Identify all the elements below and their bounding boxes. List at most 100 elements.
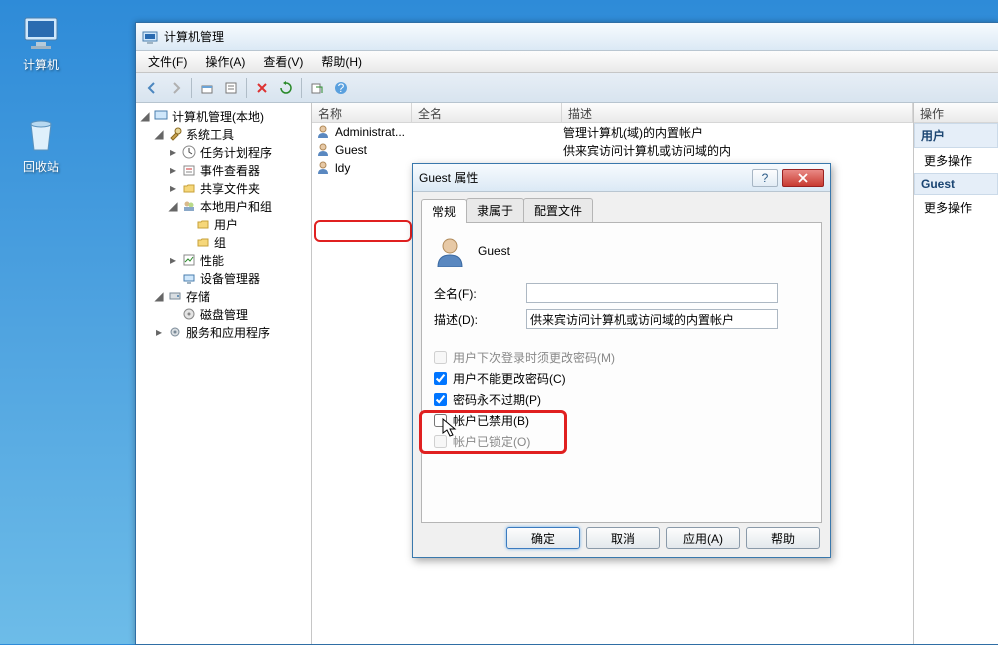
tree-users[interactable]: 用户 xyxy=(136,215,311,233)
cell-name: Administrat... xyxy=(335,125,413,139)
actions-section-guest: Guest xyxy=(914,173,998,195)
disk-icon xyxy=(181,306,197,322)
chk-cant-change[interactable]: 用户不能更改密码(C) xyxy=(434,370,809,387)
titlebar[interactable]: 计算机管理 xyxy=(136,23,998,51)
tree-systools[interactable]: ◢系统工具 xyxy=(136,125,311,143)
chk-account-disabled[interactable]: 帐户已禁用(B) xyxy=(434,412,809,429)
recycle-bin-icon xyxy=(21,114,61,154)
dialog-close-button[interactable] xyxy=(782,169,824,187)
chk-must-change: 用户下次登录时须更改密码(M) xyxy=(434,349,809,366)
tree-tasksch[interactable]: ▸任务计划程序 xyxy=(136,143,311,161)
actions-more-1[interactable]: 更多操作 xyxy=(914,148,998,173)
folder-icon xyxy=(195,216,211,232)
actions-header: 操作 xyxy=(914,103,998,123)
user-icon xyxy=(316,142,332,158)
user-icon xyxy=(316,160,332,176)
actions-section-users: 用户 xyxy=(914,123,998,148)
cell-desc: 管理计算机(域)的内置帐户 xyxy=(563,124,913,141)
guest-properties-dialog: Guest 属性 ? 常规 隶属于 配置文件 Guest 全名(F) xyxy=(412,163,831,558)
help-button[interactable]: ? xyxy=(330,77,352,99)
storage-icon xyxy=(167,288,183,304)
apply-button[interactable]: 应用(A) xyxy=(666,527,740,549)
menubar: 文件(F) 操作(A) 查看(V) 帮助(H) xyxy=(136,51,998,73)
tree-eventvwr[interactable]: ▸事件查看器 xyxy=(136,161,311,179)
dialog-tabs: 常规 隶属于 配置文件 xyxy=(421,198,822,223)
tree-root[interactable]: ◢计算机管理(本地) xyxy=(136,107,311,125)
tree-diskmgr[interactable]: 磁盘管理 xyxy=(136,305,311,323)
chk-never-expire[interactable]: 密码永不过期(P) xyxy=(434,391,809,408)
device-icon xyxy=(181,270,197,286)
list-row[interactable]: Guest 供来宾访问计算机或访问域的内 xyxy=(312,141,913,159)
menu-file[interactable]: 文件(F) xyxy=(140,51,195,72)
properties-button[interactable] xyxy=(220,77,242,99)
tab-page-general: Guest 全名(F): 描述(D): 用户下次登录时须更改密码(M) xyxy=(421,223,822,523)
event-icon xyxy=(181,162,197,178)
window-title: 计算机管理 xyxy=(164,28,224,45)
chk-account-locked-box xyxy=(434,435,447,448)
tree-pane: ◢计算机管理(本地) ◢系统工具 ▸任务计划程序 ▸事件查看器 ▸共享文件夹 ◢… xyxy=(136,103,312,644)
cell-name: ldy xyxy=(335,161,413,175)
tree-storage[interactable]: ◢存储 xyxy=(136,287,311,305)
gear-icon xyxy=(167,324,183,340)
menu-view[interactable]: 查看(V) xyxy=(255,51,311,72)
svg-text:?: ? xyxy=(338,81,345,95)
list-row[interactable]: Administrat... 管理计算机(域)的内置帐户 xyxy=(312,123,913,141)
menu-action[interactable]: 操作(A) xyxy=(197,51,253,72)
monitor-icon xyxy=(21,12,61,52)
dialog-help-button[interactable]: ? xyxy=(752,169,778,187)
tools-icon xyxy=(167,126,183,142)
clock-icon xyxy=(181,144,197,160)
tree-services[interactable]: ▸服务和应用程序 xyxy=(136,323,311,341)
chk-must-change-box xyxy=(434,351,447,364)
cell-desc: 供来宾访问计算机或访问域的内 xyxy=(563,142,913,159)
actions-pane: 操作 用户 更多操作 Guest 更多操作 xyxy=(914,103,998,644)
tab-profile[interactable]: 配置文件 xyxy=(523,198,593,222)
delete-button[interactable] xyxy=(251,77,273,99)
fullname-label: 全名(F): xyxy=(434,285,526,302)
cell-name: Guest xyxy=(335,143,413,157)
user-display-name: Guest xyxy=(478,244,510,258)
list-header: 名称 全名 描述 xyxy=(312,103,913,123)
tree-perf[interactable]: ▸性能 xyxy=(136,251,311,269)
user-icon xyxy=(316,124,332,140)
cancel-button[interactable]: 取消 xyxy=(586,527,660,549)
tree-sharedf[interactable]: ▸共享文件夹 xyxy=(136,179,311,197)
chk-never-expire-box[interactable] xyxy=(434,393,447,406)
col-name[interactable]: 名称 xyxy=(312,103,412,122)
tab-general[interactable]: 常规 xyxy=(421,199,467,223)
user-icon xyxy=(434,235,466,267)
col-fullname[interactable]: 全名 xyxy=(412,103,562,122)
up-button[interactable] xyxy=(196,77,218,99)
computer-icon xyxy=(153,108,169,124)
refresh-button[interactable] xyxy=(275,77,297,99)
ok-button[interactable]: 确定 xyxy=(506,527,580,549)
nav-forward-button[interactable] xyxy=(165,77,187,99)
chk-account-locked: 帐户已锁定(O) xyxy=(434,433,809,450)
col-desc[interactable]: 描述 xyxy=(562,103,913,122)
folder-icon xyxy=(195,234,211,250)
actions-more-2[interactable]: 更多操作 xyxy=(914,195,998,220)
toolbar: ? xyxy=(136,73,998,103)
desc-label: 描述(D): xyxy=(434,311,526,328)
desc-input[interactable] xyxy=(526,309,778,329)
dialog-titlebar[interactable]: Guest 属性 ? xyxy=(413,164,830,192)
users-group-icon xyxy=(181,198,197,214)
menu-help[interactable]: 帮助(H) xyxy=(313,51,370,72)
tab-memberof[interactable]: 隶属于 xyxy=(466,198,524,222)
chk-cant-change-box[interactable] xyxy=(434,372,447,385)
perf-icon xyxy=(181,252,197,268)
dialog-buttons: 确定 取消 应用(A) 帮助 xyxy=(413,527,830,549)
nav-back-button[interactable] xyxy=(141,77,163,99)
tree-localug[interactable]: ◢本地用户和组 xyxy=(136,197,311,215)
tree-groups[interactable]: 组 xyxy=(136,233,311,251)
tree-devmgr[interactable]: 设备管理器 xyxy=(136,269,311,287)
chk-account-disabled-box[interactable] xyxy=(434,414,447,427)
desktop-computer-icon[interactable]: 计算机 xyxy=(6,12,76,73)
shared-folder-icon xyxy=(181,180,197,196)
dialog-title: Guest 属性 xyxy=(419,169,752,186)
export-button[interactable] xyxy=(306,77,328,99)
desktop-recycle-icon[interactable]: 回收站 xyxy=(6,114,76,175)
help-button[interactable]: 帮助 xyxy=(746,527,820,549)
fullname-input[interactable] xyxy=(526,283,778,303)
desktop-recycle-label: 回收站 xyxy=(6,158,76,175)
